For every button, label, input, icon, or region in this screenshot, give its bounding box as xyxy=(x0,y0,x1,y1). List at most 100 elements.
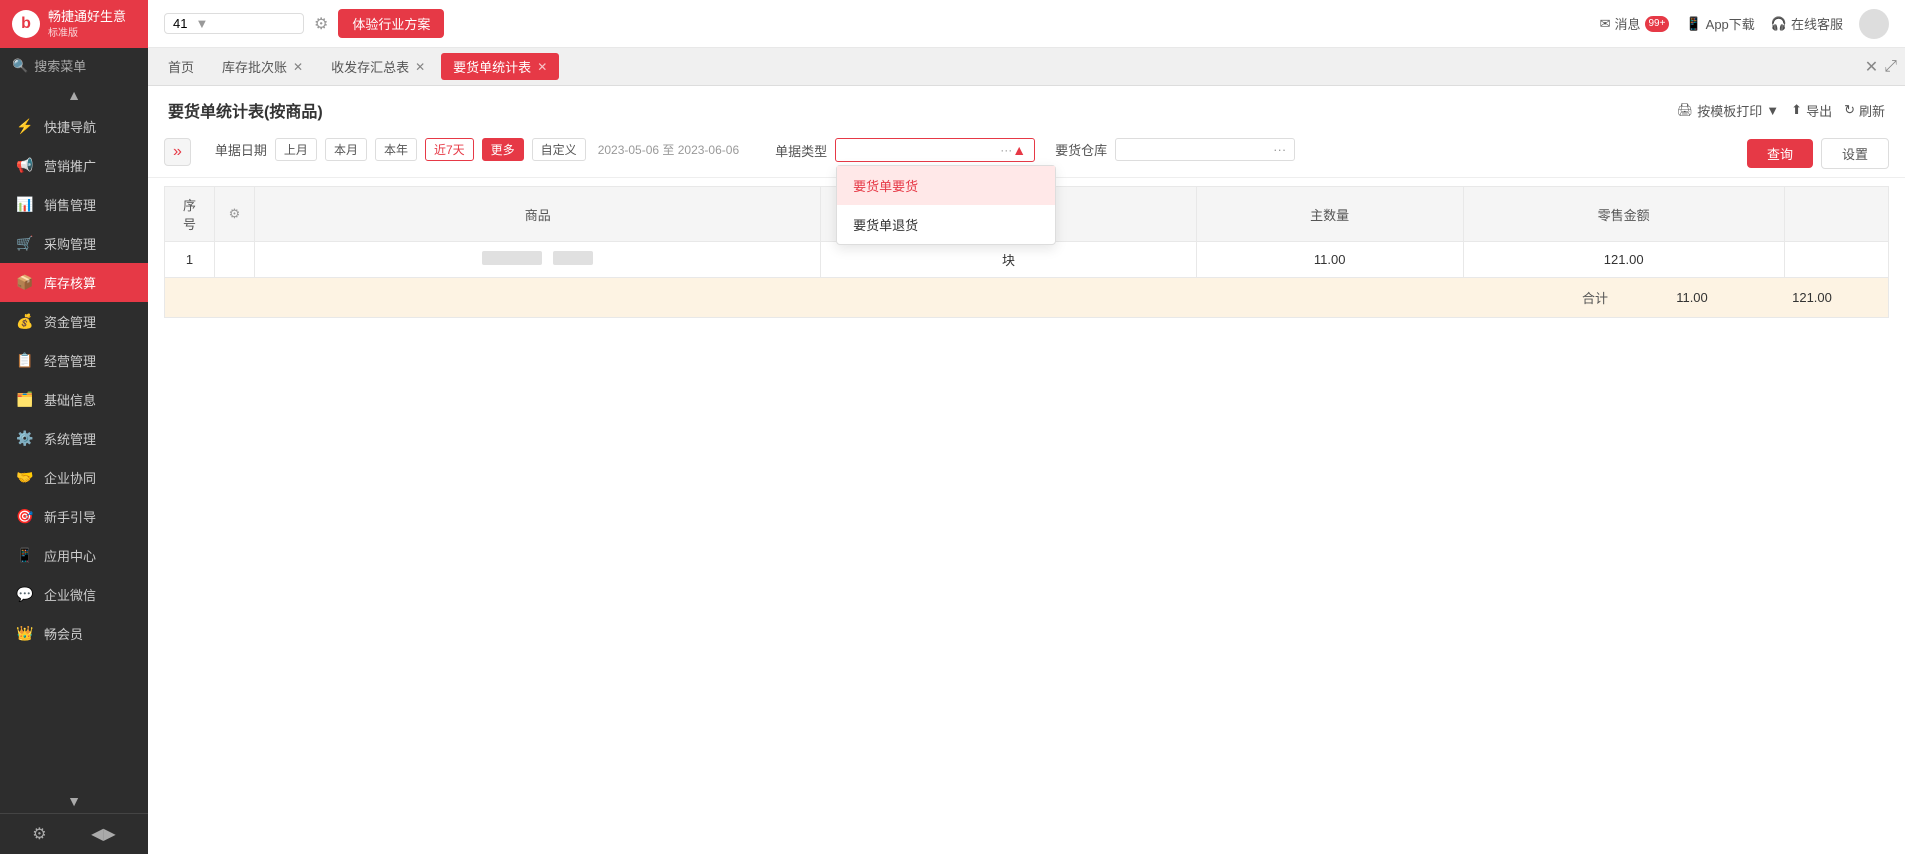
table-settings-icon[interactable]: ⚙ xyxy=(229,206,241,221)
sidebar-item-label: 畅会员 xyxy=(44,624,83,643)
dropdown-item-order-goods-label: 要货单要货 xyxy=(853,179,918,194)
tab-batch-account[interactable]: 库存批次账 ✕ xyxy=(210,53,315,80)
this-month-btn[interactable]: 本月 xyxy=(325,138,367,161)
sidebar-item-label: 营销推广 xyxy=(44,156,96,175)
app-download-icon: 📱 xyxy=(1685,16,1701,32)
online-service-btn[interactable]: 🎧 在线客服 xyxy=(1771,14,1843,33)
messages-btn[interactable]: ✉ 消息 99+ xyxy=(1600,14,1670,33)
doc-type-label: 单据类型 xyxy=(775,141,827,160)
topbar-left: 41 ▼ ⚙ 体验行业方案 xyxy=(164,9,444,38)
content-area: 要货单统计表(按商品) 🖨 按模板打印 ▼ ⬆ 导出 ↻ 刷新 xyxy=(148,86,1905,854)
sidebar-item-marketing[interactable]: 📢 营销推广 xyxy=(0,146,148,185)
more-dates-btn[interactable]: 更多 xyxy=(482,138,524,161)
doc-type-more-icon: ··· xyxy=(1000,143,1012,157)
sidebar-item-quick-nav[interactable]: ⚡ 快捷导航 xyxy=(0,107,148,146)
refresh-label: 刷新 xyxy=(1859,101,1885,120)
sidebar-item-operation[interactable]: 📋 经营管理 xyxy=(0,341,148,380)
settings-filter-btn[interactable]: 设置 xyxy=(1821,138,1889,169)
template-print-label: 按模板打印 xyxy=(1697,101,1762,120)
app-download-label: App下载 xyxy=(1706,14,1755,33)
warehouse-label: 要货仓库 xyxy=(1055,140,1107,159)
refresh-btn[interactable]: ↻ 刷新 xyxy=(1844,101,1885,120)
filter-toggle-btn[interactable]: » xyxy=(164,138,191,166)
tabs-bar: 首页 库存批次账 ✕ 收发存汇总表 ✕ 要货单统计表 ✕ ✕ ⤢ xyxy=(148,48,1905,86)
sidebar-item-label: 快捷导航 xyxy=(44,117,96,136)
sidebar-footer: ⚙ ◀▶ xyxy=(0,813,148,854)
tab-batch-account-close[interactable]: ✕ xyxy=(293,60,303,74)
page-header: 要货单统计表(按商品) 🖨 按模板打印 ▼ ⬆ 导出 ↻ 刷新 xyxy=(148,86,1905,130)
date-label: 单据日期 xyxy=(215,140,267,159)
dropdown-item-order-return[interactable]: 要货单退货 xyxy=(837,205,1055,244)
operation-icon: 📋 xyxy=(14,352,36,369)
tab-batch-account-label: 库存批次账 xyxy=(222,57,287,76)
doc-type-select[interactable]: ··· ▲ 要货单要货 要货单退货 xyxy=(835,138,1035,162)
logo-text-block: 畅捷通好生意 标准版 xyxy=(48,9,126,40)
company-selector[interactable]: 41 ▼ xyxy=(164,13,304,34)
this-year-btn[interactable]: 本年 xyxy=(375,138,417,161)
sidebar-item-label: 资金管理 xyxy=(44,312,96,331)
expand-btn[interactable]: ⤢ xyxy=(1884,57,1897,77)
custom-date-btn[interactable]: 自定义 xyxy=(532,138,586,161)
sidebar-scroll-down[interactable]: ▼ xyxy=(0,789,148,813)
sidebar-item-label: 系统管理 xyxy=(44,429,96,448)
logo-subtitle: 标准版 xyxy=(48,24,126,39)
sidebar-item-sales[interactable]: 📊 销售管理 xyxy=(0,185,148,224)
basic-icon: 🗂️ xyxy=(14,391,36,408)
warehouse-filter: 要货仓库 ··· xyxy=(1055,138,1295,161)
warehouse-select[interactable]: ··· xyxy=(1115,138,1295,161)
sidebar-item-inventory[interactable]: 📦 库存核算 xyxy=(0,263,148,302)
search-menu[interactable]: 🔍 搜索菜单 xyxy=(0,48,148,83)
selector-arrow-icon: ▼ xyxy=(195,16,208,31)
message-icon: ✉ xyxy=(1600,16,1611,32)
sidebar-item-apps[interactable]: 📱 应用中心 xyxy=(0,536,148,575)
dropdown-item-order-return-label: 要货单退货 xyxy=(853,218,918,233)
search-menu-label: 搜索菜单 xyxy=(34,56,86,75)
export-icon: ⬆ xyxy=(1791,102,1802,118)
tab-order-stats-label: 要货单统计表 xyxy=(453,57,531,76)
tabs-actions: ✕ ⤢ xyxy=(1865,57,1897,77)
sidebar-scroll-up[interactable]: ▲ xyxy=(0,83,148,107)
system-icon: ⚙️ xyxy=(14,430,36,447)
prev-month-btn[interactable]: 上月 xyxy=(275,138,317,161)
collapse-icon[interactable]: ◀▶ xyxy=(91,824,116,844)
export-btn[interactable]: ⬆ 导出 xyxy=(1791,101,1832,120)
sidebar-item-guide[interactable]: 🎯 新手引导 xyxy=(0,497,148,536)
sidebar-item-wechat[interactable]: 💬 企业微信 xyxy=(0,575,148,614)
sidebar-item-basic[interactable]: 🗂️ 基础信息 xyxy=(0,380,148,419)
sidebar-item-enterprise[interactable]: 🤝 企业协同 xyxy=(0,458,148,497)
sidebar-item-label: 库存核算 xyxy=(44,273,96,292)
sidebar-item-member[interactable]: 👑 畅会员 xyxy=(0,614,148,653)
sales-icon: 📊 xyxy=(14,196,36,213)
tab-order-stats-close[interactable]: ✕ xyxy=(537,60,547,74)
settings-icon[interactable]: ⚙ xyxy=(32,824,46,844)
sidebar-item-purchase[interactable]: 🛒 采购管理 xyxy=(0,224,148,263)
filter-main-row: » 单据日期 上月 本月 本年 近7天 更多 自定义 2023-05-06 至 … xyxy=(148,130,1905,178)
close-all-tabs-btn[interactable]: ✕ xyxy=(1865,57,1878,77)
user-avatar[interactable] xyxy=(1859,9,1889,39)
tab-home[interactable]: 首页 xyxy=(156,53,206,80)
sidebar-nav: ⚡ 快捷导航 📢 营销推广 📊 销售管理 🛒 采购管理 📦 库存核算 💰 资金管… xyxy=(0,107,148,789)
sidebar-item-label: 新手引导 xyxy=(44,507,96,526)
topbar-right: ✉ 消息 99+ 📱 App下载 🎧 在线客服 xyxy=(1600,9,1889,39)
tab-receivable[interactable]: 收发存汇总表 ✕ xyxy=(319,53,437,80)
summary-row: 合计 11.00 121.00 xyxy=(164,278,1889,318)
sidebar-item-system[interactable]: ⚙️ 系统管理 xyxy=(0,419,148,458)
dropdown-item-order-goods[interactable]: 要货单要货 xyxy=(837,166,1055,205)
table-row: 1 块 11.00 121.00 xyxy=(165,242,1889,278)
finance-icon: 💰 xyxy=(14,313,36,330)
tab-receivable-close[interactable]: ✕ xyxy=(415,60,425,74)
sidebar-item-label: 应用中心 xyxy=(44,546,96,565)
tab-order-stats[interactable]: 要货单统计表 ✕ xyxy=(441,53,559,80)
query-btn[interactable]: 查询 xyxy=(1747,139,1813,168)
trial-btn[interactable]: 体验行业方案 xyxy=(338,9,444,38)
template-print-btn[interactable]: 🖨 按模板打印 ▼ xyxy=(1677,101,1779,120)
app-download-btn[interactable]: 📱 App下载 xyxy=(1685,14,1754,33)
last-7days-btn[interactable]: 近7天 xyxy=(425,138,474,161)
topbar-gear-icon[interactable]: ⚙ xyxy=(314,14,328,34)
sidebar-item-label: 企业协同 xyxy=(44,468,96,487)
warehouse-more-icon: ··· xyxy=(1273,142,1286,157)
col-settings[interactable]: ⚙ xyxy=(215,187,255,242)
sidebar-item-finance[interactable]: 💰 资金管理 xyxy=(0,302,148,341)
summary-quantity: 11.00 xyxy=(1632,290,1752,305)
cell-amount: 121.00 xyxy=(1463,242,1784,278)
